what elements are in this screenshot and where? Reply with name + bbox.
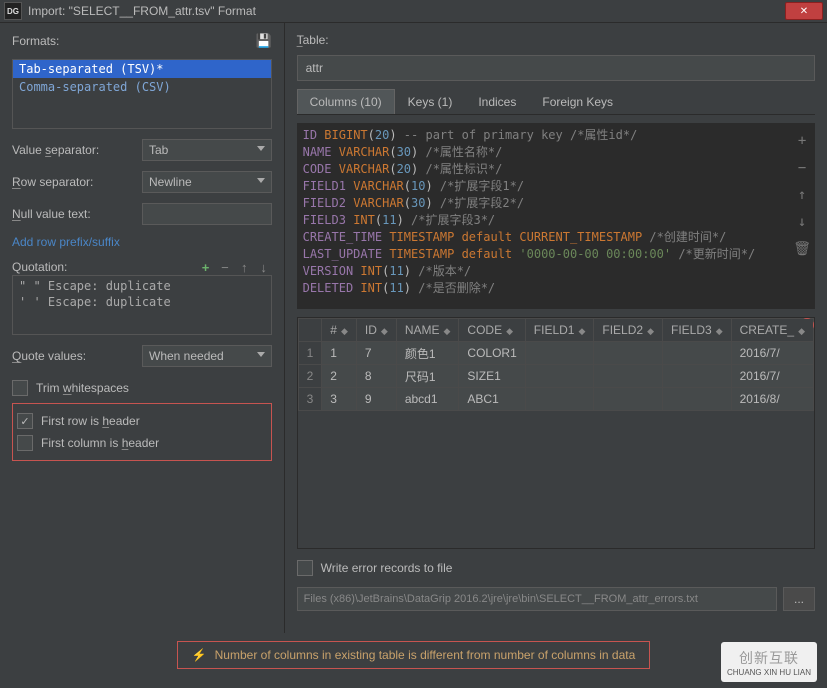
format-item-tsv[interactable]: Tab-separated (TSV)* — [13, 60, 271, 78]
first-col-label: First column is header — [41, 436, 159, 450]
column-header[interactable]: FIELD3◆ — [663, 319, 732, 342]
window-close-button[interactable]: ✕ — [785, 2, 823, 20]
value-separator-select[interactable]: Tab — [142, 139, 272, 161]
close-icon: ✕ — [800, 6, 808, 17]
tab-foreign-keys[interactable]: Foreign Keys — [529, 89, 626, 114]
right-panel: Table: attr Columns (10) Keys (1) Indice… — [285, 23, 827, 633]
columns-ddl-area[interactable]: + − ↑ ↓ 🗑 ID BIGINT(20) -- part of prima… — [297, 123, 815, 309]
delete-icon[interactable]: 🗑 — [793, 241, 811, 258]
save-format-icon[interactable]: 💾 — [256, 33, 272, 49]
quote-values-label: Quote values: — [12, 349, 132, 363]
add-row-prefix-link[interactable]: Add row prefix/suffix — [12, 235, 272, 249]
quote-values-select[interactable]: When needed — [142, 345, 272, 367]
move-up-icon[interactable]: ↑ — [793, 187, 811, 204]
column-header[interactable]: FIELD2◆ — [594, 319, 663, 342]
column-header[interactable]: CODE◆ — [459, 319, 525, 342]
row-separator-select[interactable]: Newline — [142, 171, 272, 193]
first-row-label: First row is header — [41, 414, 140, 428]
null-value-input[interactable] — [142, 203, 272, 225]
quotation-item[interactable]: " " Escape: duplicate — [19, 278, 265, 294]
quotation-item[interactable]: ' ' Escape: duplicate — [19, 294, 265, 310]
formats-label: Formats: — [12, 34, 59, 48]
table-label: Table: — [297, 33, 815, 47]
quotation-label: Quotation: — [12, 260, 67, 274]
schema-tabs: Columns (10) Keys (1) Indices Foreign Ke… — [297, 89, 815, 115]
title-bar: DG Import: "SELECT__FROM_attr.tsv" Forma… — [0, 0, 827, 23]
data-preview[interactable]: ! #◆ID◆NAME◆CODE◆FIELD1◆FIELD2◆FIELD3◆CR… — [297, 317, 815, 549]
write-errors-checkbox[interactable]: Write error records to file — [297, 557, 815, 579]
column-header[interactable]: FIELD1◆ — [525, 319, 594, 342]
remove-column-icon[interactable]: − — [793, 160, 811, 177]
first-row-header-checkbox[interactable]: ✓ First row is header — [17, 410, 267, 432]
trim-whitespace-checkbox[interactable]: Trim whitespaces — [12, 377, 272, 399]
trim-ws-label: Trim whitespaces — [36, 381, 129, 395]
move-up-icon[interactable]: ↑ — [236, 259, 252, 275]
column-mismatch-warning: ⚡ Number of columns in existing table is… — [177, 641, 651, 669]
first-col-header-checkbox[interactable]: First column is header — [17, 432, 267, 454]
column-header[interactable]: CREATE_◆ — [731, 319, 813, 342]
add-column-icon[interactable]: + — [793, 133, 811, 150]
warning-icon: ⚡ — [192, 648, 207, 662]
header-options-group: ✓ First row is header First column is he… — [12, 403, 272, 461]
error-file-path-input[interactable]: Files (x86)\JetBrains\DataGrip 2016.2\jr… — [297, 587, 777, 611]
watermark-logo: 创新互联 CHUANG XIN HU LIAN — [721, 642, 817, 682]
move-down-icon[interactable]: ↓ — [256, 259, 272, 275]
tab-keys[interactable]: Keys (1) — [395, 89, 466, 114]
table-name-input[interactable]: attr — [297, 55, 815, 81]
browse-button[interactable]: ... — [783, 587, 815, 611]
app-icon: DG — [4, 2, 22, 20]
move-down-icon[interactable]: ↓ — [793, 214, 811, 231]
remove-icon[interactable]: − — [217, 259, 233, 275]
quotation-list[interactable]: " " Escape: duplicate ' ' Escape: duplic… — [12, 275, 272, 335]
window-title: Import: "SELECT__FROM_attr.tsv" Format — [28, 4, 256, 18]
table-row[interactable]: 117颜色1COLOR12016/7/ — [298, 342, 813, 365]
table-row[interactable]: 228尺码1SIZE12016/7/ — [298, 365, 813, 388]
add-icon[interactable]: + — [198, 259, 214, 275]
write-errors-label: Write error records to file — [321, 561, 453, 575]
format-item-csv[interactable]: Comma-separated (CSV) — [13, 78, 271, 96]
tab-indices[interactable]: Indices — [465, 89, 529, 114]
tab-columns[interactable]: Columns (10) — [297, 89, 395, 114]
column-header[interactable]: #◆ — [322, 319, 357, 342]
null-value-label: Null value text: — [12, 207, 132, 221]
chevron-down-icon — [257, 146, 265, 151]
chevron-down-icon — [257, 178, 265, 183]
chevron-down-icon — [257, 352, 265, 357]
column-header[interactable]: NAME◆ — [396, 319, 459, 342]
column-header[interactable]: ID◆ — [356, 319, 396, 342]
row-separator-label: Row separator: — [12, 175, 132, 189]
table-row[interactable]: 339abcd1ABC12016/8/ — [298, 388, 813, 411]
value-separator-label: Value separator: — [12, 143, 132, 157]
formats-list[interactable]: Tab-separated (TSV)* Comma-separated (CS… — [12, 59, 272, 129]
left-panel: Formats: 💾 Tab-separated (TSV)* Comma-se… — [0, 23, 285, 633]
warning-text: Number of columns in existing table is d… — [215, 648, 636, 662]
